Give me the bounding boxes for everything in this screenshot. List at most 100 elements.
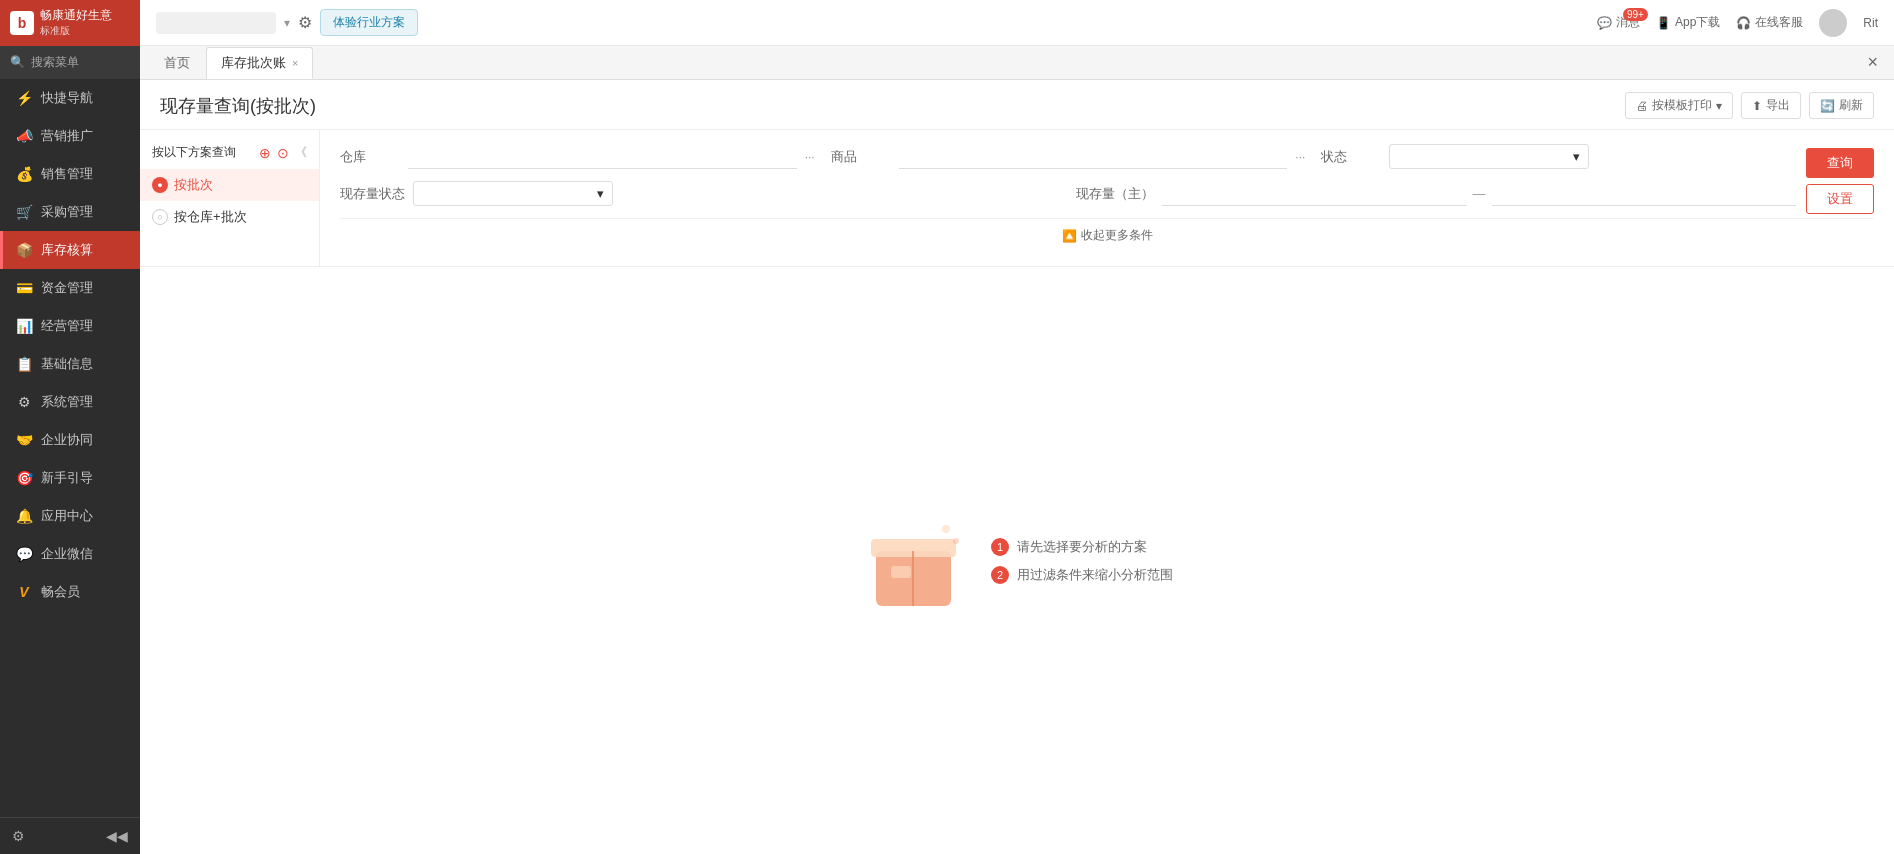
warehouse-field: 仓库 ··· xyxy=(340,145,815,169)
refresh-button[interactable]: 🔄 刷新 xyxy=(1809,92,1874,119)
page-title: 现存量查询(按批次) xyxy=(160,94,316,118)
collaboration-label: 企业协同 xyxy=(41,431,93,449)
sidebar-item-marketing[interactable]: 📣 营销推广 xyxy=(0,117,140,155)
tab-close-icon[interactable]: × xyxy=(292,57,298,69)
finance-label: 资金管理 xyxy=(41,279,93,297)
empty-state: 1 请先选择要分析的方案 2 用过滤条件来缩小分析范围 xyxy=(140,267,1894,854)
search-menu-item[interactable]: 🔍 搜索菜单 xyxy=(0,46,140,79)
breadcrumb-input[interactable] xyxy=(156,12,276,34)
empty-hint-2: 2 用过滤条件来缩小分析范围 xyxy=(991,566,1173,584)
qty-min-input[interactable] xyxy=(1162,182,1467,206)
footer-collapse-icon[interactable]: ◀◀ xyxy=(106,828,128,844)
message-button[interactable]: 💬 消息 99+ xyxy=(1597,14,1640,31)
scheme-active-dot: ● xyxy=(152,177,168,193)
svg-rect-3 xyxy=(891,566,911,578)
goods-field: 商品 ··· xyxy=(831,145,1306,169)
export-button[interactable]: ⬆ 导出 xyxy=(1741,92,1801,119)
scheme-item-warehouse-batch[interactable]: ○ 按仓库+批次 xyxy=(140,201,319,233)
message-icon: 💬 xyxy=(1597,16,1612,30)
main-area: ▾ ⚙ 体验行业方案 💬 消息 99+ 📱 App下载 🎧 在线客服 Rit xyxy=(140,0,1894,854)
finance-icon: 💳 xyxy=(15,279,33,297)
scheme-inactive-dot: ○ xyxy=(152,209,168,225)
sales-label: 销售管理 xyxy=(41,165,93,183)
inventory-status-field: 现存量状态 ▾ xyxy=(340,181,1060,206)
newcomer-icon: 🎯 xyxy=(15,469,33,487)
sidebar-item-collaboration[interactable]: 🤝 企业协同 xyxy=(0,421,140,459)
topbar-gear-icon[interactable]: ⚙ xyxy=(298,13,312,32)
vip-label: 畅会员 xyxy=(41,583,80,601)
trial-button[interactable]: 体验行业方案 xyxy=(320,9,418,36)
topbar: ▾ ⚙ 体验行业方案 💬 消息 99+ 📱 App下载 🎧 在线客服 Rit xyxy=(140,0,1894,46)
print-button[interactable]: 🖨 按模板打印 ▾ xyxy=(1625,92,1733,119)
status-field: 状态 ▾ xyxy=(1321,144,1796,169)
inventory-batch-tab-label: 库存批次账 xyxy=(221,54,286,72)
sidebar-item-shortcuts[interactable]: ⚡ 快捷导航 xyxy=(0,79,140,117)
scheme-add-icon[interactable]: ⊕ xyxy=(259,145,271,161)
footer-gear-icon[interactable]: ⚙ xyxy=(12,828,25,844)
settings-button[interactable]: 设置 xyxy=(1806,184,1874,214)
inventory-qty-label: 现存量（主） xyxy=(1076,185,1154,203)
sidebar: b 畅康通好生意 标准版 🔍 搜索菜单 ⚡ 快捷导航 📣 营销推广 💰 销售管理… xyxy=(0,0,140,854)
headset-icon: 🎧 xyxy=(1736,16,1751,30)
sidebar-item-finance[interactable]: 💳 资金管理 xyxy=(0,269,140,307)
sidebar-item-inventory[interactable]: 📦 库存核算 xyxy=(0,231,140,269)
warehouse-input[interactable] xyxy=(408,145,797,169)
tab-close-area: × xyxy=(1861,52,1884,73)
status-dropdown[interactable]: ▾ xyxy=(1389,144,1589,169)
filter-area: 按以下方案查询 ⊕ ⊙ 《 ● 按批次 ○ 按仓库+批次 xyxy=(140,130,1894,266)
empty-hints: 1 请先选择要分析的方案 2 用过滤条件来缩小分析范围 xyxy=(991,538,1173,584)
page-header: 现存量查询(按批次) 🖨 按模板打印 ▾ ⬆ 导出 🔄 刷新 xyxy=(140,80,1894,130)
scheme-setting-icon[interactable]: ⊙ xyxy=(277,145,289,161)
sidebar-item-app-center[interactable]: 🔔 应用中心 xyxy=(0,497,140,535)
breadcrumb-chevron-icon[interactable]: ▾ xyxy=(284,16,290,30)
hint-num-2: 2 xyxy=(991,566,1009,584)
inventory-qty-field: 现存量（主） — xyxy=(1076,182,1796,206)
app-download-label: App下载 xyxy=(1675,14,1720,31)
print-chevron-icon[interactable]: ▾ xyxy=(1716,99,1722,113)
sidebar-item-operations[interactable]: 📊 经营管理 xyxy=(0,307,140,345)
page-content: 现存量查询(按批次) 🖨 按模板打印 ▾ ⬆ 导出 🔄 刷新 xyxy=(140,80,1894,854)
operations-label: 经营管理 xyxy=(41,317,93,335)
enterprise-wechat-label: 企业微信 xyxy=(41,545,93,563)
user-avatar[interactable] xyxy=(1819,9,1847,37)
inventory-icon: 📦 xyxy=(15,241,33,259)
query-button[interactable]: 查询 xyxy=(1806,148,1874,178)
app-name: 畅康通好生意 xyxy=(40,8,112,24)
sidebar-item-newcomer[interactable]: 🎯 新手引导 xyxy=(0,459,140,497)
shortcuts-icon: ⚡ xyxy=(15,89,33,107)
refresh-label: 刷新 xyxy=(1839,97,1863,114)
sidebar-item-purchase[interactable]: 🛒 采购管理 xyxy=(0,193,140,231)
system-icon: ⚙ xyxy=(15,393,33,411)
sidebar-item-vip[interactable]: V 畅会员 xyxy=(0,573,140,611)
tab-home[interactable]: 首页 xyxy=(150,48,204,78)
online-service-label: 在线客服 xyxy=(1755,14,1803,31)
scheme-item-batch[interactable]: ● 按批次 xyxy=(140,169,319,201)
inventory-status-label: 现存量状态 xyxy=(340,185,405,203)
app-edition: 标准版 xyxy=(40,24,112,38)
empty-illustration xyxy=(861,511,961,611)
sidebar-item-basic-info[interactable]: 📋 基础信息 xyxy=(0,345,140,383)
collapse-more-conditions[interactable]: 🔼 收起更多条件 xyxy=(340,218,1874,252)
qty-max-input[interactable] xyxy=(1492,182,1797,206)
sidebar-item-sales[interactable]: 💰 销售管理 xyxy=(0,155,140,193)
inventory-label: 库存核算 xyxy=(41,241,93,259)
tab-inventory-batch[interactable]: 库存批次账 × xyxy=(206,47,313,79)
sidebar-item-system[interactable]: ⚙ 系统管理 xyxy=(0,383,140,421)
sidebar-nav: ⚡ 快捷导航 📣 营销推广 💰 销售管理 🛒 采购管理 📦 库存核算 💳 资金管… xyxy=(0,79,140,817)
scheme-collapse-icon[interactable]: 《 xyxy=(295,144,307,161)
app-download-button[interactable]: 📱 App下载 xyxy=(1656,14,1720,31)
marketing-label: 营销推广 xyxy=(41,127,93,145)
purchase-label: 采购管理 xyxy=(41,203,93,221)
export-icon: ⬆ xyxy=(1752,99,1762,113)
goods-more-icon[interactable]: ··· xyxy=(1295,150,1305,164)
warehouse-more-icon[interactable]: ··· xyxy=(805,150,815,164)
inventory-status-dropdown[interactable]: ▾ xyxy=(413,181,613,206)
online-service-button[interactable]: 🎧 在线客服 xyxy=(1736,14,1803,31)
panel-close-button[interactable]: × xyxy=(1861,52,1884,73)
status-chevron-icon: ▾ xyxy=(1573,149,1580,164)
system-label: 系统管理 xyxy=(41,393,93,411)
hint-num-1: 1 xyxy=(991,538,1009,556)
sidebar-item-enterprise-wechat[interactable]: 💬 企业微信 xyxy=(0,535,140,573)
hint-text-2: 用过滤条件来缩小分析范围 xyxy=(1017,566,1173,584)
goods-input[interactable] xyxy=(899,145,1288,169)
